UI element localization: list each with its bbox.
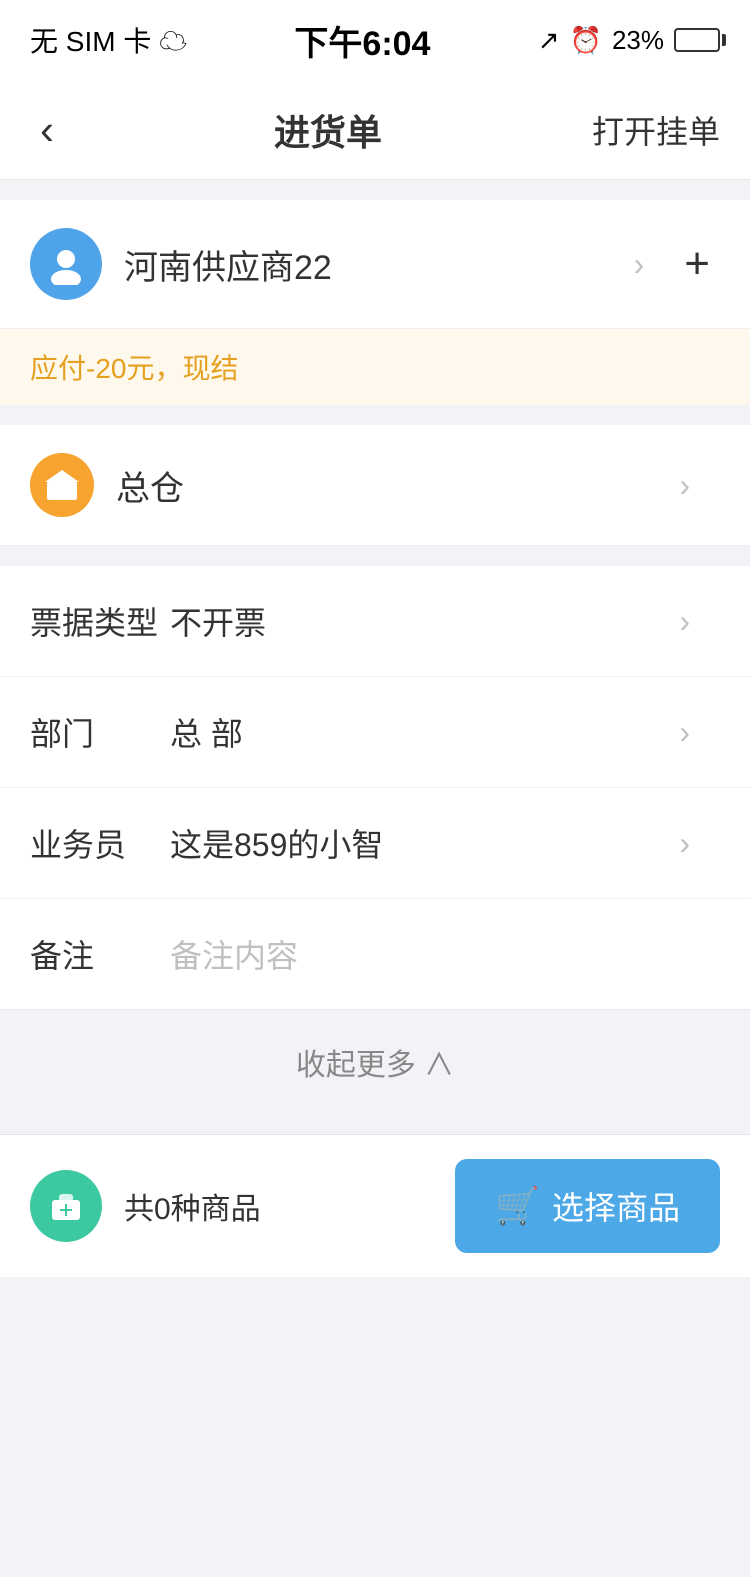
supplier-section: 河南供应商22 › + 应付-20元，现结 <box>0 200 750 405</box>
product-count: 共0种商品 <box>124 1184 455 1228</box>
notice-bar: 应付-20元，现结 <box>0 329 750 405</box>
notice-text: 应付-20元，现结 <box>30 353 238 384</box>
supplier-avatar <box>30 228 102 300</box>
warehouse-row[interactable]: 总仓 › <box>0 425 750 546</box>
department-value: 总 部 <box>170 709 679 755</box>
form-section: 票据类型 不开票 › 部门 总 部 › 业务员 这是859的小智 › 备注 备注… <box>0 566 750 1009</box>
alarm-icon: ⏰ <box>570 25 602 56</box>
remark-label: 备注 <box>30 931 170 977</box>
collapse-button[interactable]: 收起更多 ∧ <box>0 1009 750 1114</box>
remark-value: 备注内容 <box>170 931 720 977</box>
salesperson-label: 业务员 <box>30 820 170 866</box>
select-product-button[interactable]: 🛒 选择商品 <box>455 1159 720 1253</box>
status-bar: 无 SIM 卡 ☁ 下午6:04 ↗ ⏰ 23% <box>0 0 750 80</box>
section-gap-1 <box>0 180 750 200</box>
battery-percent: 23% <box>612 25 664 56</box>
invoice-type-value: 不开票 <box>170 598 679 644</box>
remark-row[interactable]: 备注 备注内容 <box>0 899 750 1009</box>
warehouse-icon <box>30 453 94 517</box>
supplier-chevron-icon: › <box>634 246 645 283</box>
invoice-type-chevron-icon: › <box>679 603 690 640</box>
warehouse-name: 总仓 <box>116 461 679 510</box>
department-chevron-icon: › <box>679 714 690 751</box>
salesperson-chevron-icon: › <box>679 825 690 862</box>
salesperson-row[interactable]: 业务员 这是859的小智 › <box>0 788 750 899</box>
status-time: 下午6:04 <box>294 16 430 65</box>
bottom-bar: 共0种商品 🛒 选择商品 <box>0 1134 750 1277</box>
back-button[interactable]: ‹ <box>30 96 64 164</box>
product-icon <box>30 1170 102 1242</box>
sim-status: 无 SIM 卡 ☁ <box>30 20 187 60</box>
supplier-row[interactable]: 河南供应商22 › + <box>0 200 750 329</box>
status-right: ↗ ⏰ 23% <box>538 25 720 56</box>
page-title: 进货单 <box>274 104 382 156</box>
salesperson-value: 这是859的小智 <box>170 820 679 866</box>
section-gap-3 <box>0 546 750 566</box>
invoice-type-label: 票据类型 <box>30 598 170 644</box>
empty-space <box>0 1277 750 1577</box>
battery-icon <box>674 28 720 52</box>
department-row[interactable]: 部门 总 部 › <box>0 677 750 788</box>
section-gap-2 <box>0 405 750 425</box>
nav-bar: ‹ 进货单 打开挂单 <box>0 80 750 180</box>
select-product-label: 选择商品 <box>552 1183 680 1229</box>
invoice-type-row[interactable]: 票据类型 不开票 › <box>0 566 750 677</box>
department-label: 部门 <box>30 709 170 755</box>
cart-icon: 🛒 <box>495 1185 540 1227</box>
warehouse-chevron-icon: › <box>679 467 690 504</box>
location-icon: ↗ <box>538 25 560 56</box>
supplier-name: 河南供应商22 <box>124 240 634 289</box>
open-pending-button[interactable]: 打开挂单 <box>592 107 720 153</box>
status-left: 无 SIM 卡 ☁ <box>30 20 187 60</box>
add-supplier-button[interactable]: + <box>674 239 720 289</box>
